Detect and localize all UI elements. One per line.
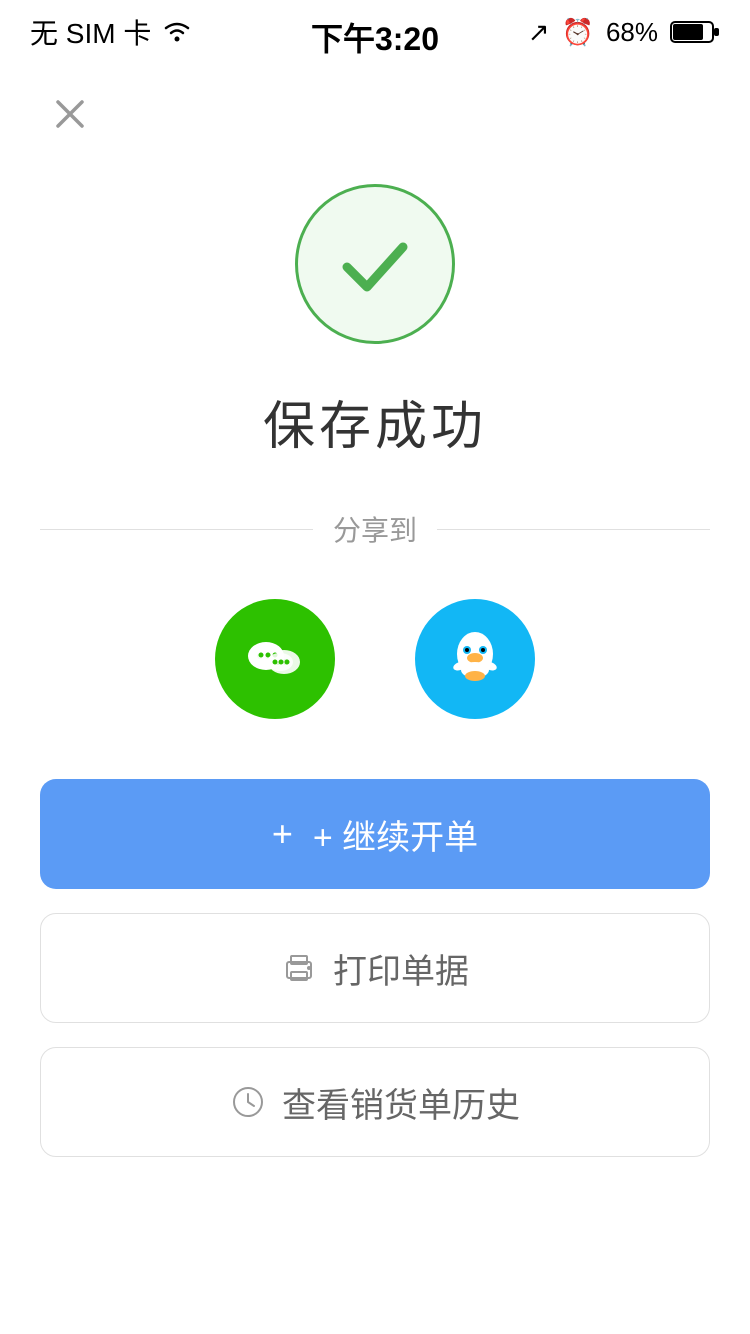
qq-share-button[interactable]	[415, 599, 535, 719]
share-label: 分享到	[313, 509, 437, 549]
location-icon: ↗	[528, 17, 550, 48]
continue-button[interactable]: + + 继续开单	[40, 779, 710, 889]
wifi-icon	[161, 20, 193, 44]
close-button[interactable]	[40, 84, 100, 144]
share-section: 分享到	[40, 509, 710, 719]
main-content: 保存成功 分享到	[0, 64, 750, 1197]
history-icon	[230, 1084, 266, 1120]
continue-icon: +	[272, 813, 293, 855]
action-buttons: + + 继续开单 打印单据 查看销货单历史	[40, 779, 710, 1157]
history-button[interactable]: 查看销货单历史	[40, 1047, 710, 1157]
history-label: 查看销货单历史	[282, 1078, 520, 1127]
success-circle	[295, 184, 455, 344]
print-label: 打印单据	[333, 944, 469, 993]
status-carrier: 无 SIM 卡	[30, 12, 193, 52]
print-button[interactable]: 打印单据	[40, 913, 710, 1023]
continue-label: + 继续开单	[313, 810, 478, 859]
battery-icon	[670, 19, 720, 45]
share-divider: 分享到	[40, 509, 710, 549]
status-time: 下午3:20	[311, 14, 439, 60]
success-area: 保存成功	[40, 184, 710, 459]
status-bar: 无 SIM 卡 下午3:20 ↗ ⏰ 68%	[0, 0, 750, 64]
alarm-icon: ⏰	[562, 17, 594, 48]
status-indicators: ↗ ⏰ 68%	[528, 17, 720, 48]
success-title: 保存成功	[263, 384, 487, 459]
printer-icon	[281, 950, 317, 986]
battery-level: 68%	[606, 17, 658, 48]
share-icons	[40, 599, 710, 719]
wechat-share-button[interactable]	[215, 599, 335, 719]
